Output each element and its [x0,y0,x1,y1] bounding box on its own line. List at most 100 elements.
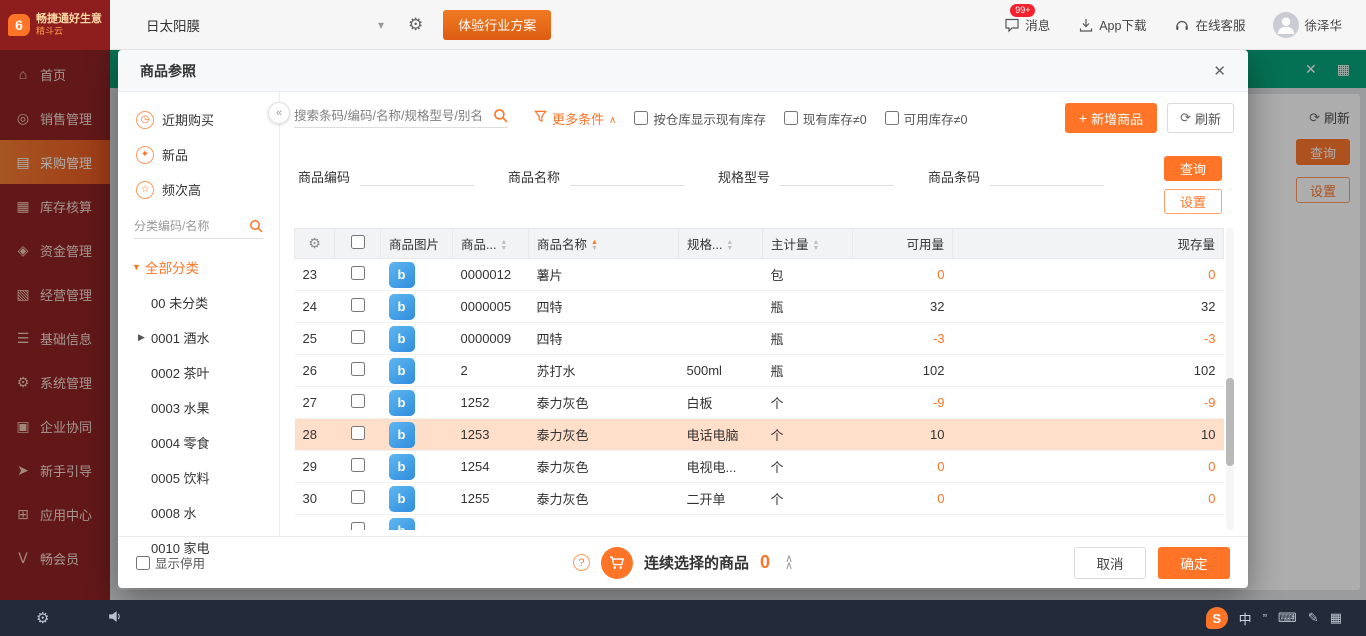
collapse-selection-icon[interactable] [785,556,793,570]
row-number: 23 [294,258,335,291]
taskbar-gear-icon[interactable] [36,609,49,627]
stock-filter-checkbox[interactable]: 按仓库显示现有库存 [634,109,766,128]
product-unit: 瓶 [762,354,853,387]
category-label: 0005 饮料 [151,471,210,486]
available-qty: 102 [852,354,953,387]
vertical-scrollbar[interactable] [1226,228,1234,530]
message-count-badge: 99+ [1010,4,1036,17]
category-item[interactable]: 0008 水 [118,495,279,530]
product-name: 四特 [528,322,679,355]
table-row[interactable]: 26 2 苏打水 500ml 瓶 102 102 [294,354,1224,387]
keyboard-icon[interactable] [1278,610,1297,626]
settings-button[interactable]: 设置 [1164,189,1222,214]
category-item[interactable]: 0003 水果 [118,390,279,425]
ime-mode-indicator[interactable]: 中 [1239,609,1252,628]
quick-filter-item[interactable]: ◷ 近期购买 [118,102,279,137]
table-row-partial [295,515,1224,530]
table-row[interactable]: 27 1252 泰力灰色 白板 个 -9 -9 [294,386,1224,419]
row-checkbox[interactable] [350,330,365,344]
table-settings-icon[interactable] [308,235,321,251]
stock-filter-checkbox[interactable]: 可用库存≠0 [884,109,967,128]
filter-field: 规格型号 [718,166,894,186]
category-label: 00 未分类 [151,296,209,311]
category-item[interactable]: 00 未分类 [118,285,279,320]
row-checkbox[interactable] [350,458,365,472]
help-icon[interactable] [572,554,590,571]
row-checkbox[interactable] [350,490,365,504]
category-item[interactable]: 0002 茶叶 [118,355,279,390]
add-product-button[interactable]: 新增商品 [1064,103,1158,133]
row-checkbox[interactable] [350,266,365,280]
table-row[interactable]: 23 0000012 薯片 包 0 0 [294,258,1224,291]
table-row[interactable]: 30 1255 泰力灰色 二开单 个 0 0 [294,482,1224,515]
refresh-button[interactable]: 刷新 [1167,103,1234,133]
product-image [388,453,415,480]
table-row[interactable]: 29 1254 泰力灰色 电视电... 个 0 0 [294,450,1224,483]
quick-filter-item[interactable]: ✦ 新品 [118,137,279,172]
sort-icon [813,240,820,252]
category-item[interactable]: 0005 饮料 [118,460,279,495]
top-settings-gear-icon[interactable] [408,15,423,35]
col-header-image[interactable]: 商品图片 [380,228,453,259]
search-icon[interactable] [249,219,263,233]
scrollbar-thumb[interactable] [1226,378,1234,466]
user-menu[interactable]: 徐泽华 [1273,11,1342,38]
col-header-unit[interactable]: 主计量 [762,228,853,259]
col-header-stock[interactable]: 现存量 [952,228,1224,259]
messages-button[interactable]: 99+ 消息 [1004,4,1050,34]
table-row[interactable]: 24 0000005 四特 瓶 32 32 [294,290,1224,323]
cancel-button[interactable]: 取消 [1074,546,1146,579]
handwriting-icon[interactable] [1308,610,1319,626]
more-conditions-toggle[interactable]: 更多条件 [534,109,616,128]
query-button[interactable]: 查询 [1164,156,1222,181]
download-icon [1078,17,1094,33]
row-checkbox[interactable] [350,394,365,408]
product-unit: 个 [762,482,853,515]
product-unit: 个 [762,386,853,419]
product-unit: 瓶 [762,322,853,355]
row-checkbox[interactable] [350,362,365,376]
table-row[interactable]: 28 1253 泰力灰色 电话电脑 个 10 10 [294,418,1224,451]
modal-close-icon[interactable] [1213,62,1226,80]
confirm-button[interactable]: 确定 [1158,546,1230,579]
category-caret-icon: ▼ [132,262,141,272]
row-checkbox[interactable] [350,426,365,440]
app-download-button[interactable]: App下载 [1078,15,1146,34]
sogou-ime-icon[interactable] [1205,607,1228,629]
selected-count: 0 [759,552,770,572]
category-item[interactable]: ▶ 0001 酒水 [118,320,279,355]
search-icon[interactable] [493,108,508,123]
filter-field-input[interactable] [570,166,684,186]
col-header-name[interactable]: 商品名称 [528,228,679,259]
row-checkbox[interactable] [350,522,365,530]
category-item[interactable]: ▼ 全部分类 [118,249,279,285]
product-code: 2 [452,354,529,387]
quick-filter-label: 频次高 [162,183,202,198]
filter-field-input[interactable] [990,166,1104,186]
filter-field-input[interactable] [780,166,894,186]
filter-field-input[interactable] [360,166,474,186]
company-select[interactable]: 日太阳膜 [146,15,384,35]
product-image [388,517,415,530]
product-spec [678,322,763,355]
punctuation-icon[interactable] [1263,611,1267,626]
col-header-available[interactable]: 可用量 [852,228,953,259]
funnel-icon [534,110,547,126]
select-all-checkbox[interactable] [350,235,365,249]
stock-filter-checkbox[interactable]: 现有库存≠0 [783,109,867,128]
toolbox-icon[interactable] [1330,610,1342,626]
category-search-input[interactable] [134,219,238,233]
row-checkbox[interactable] [350,298,365,312]
online-service-button[interactable]: 在线客服 [1174,15,1245,34]
col-header-code[interactable]: 商品... [452,228,529,259]
quick-filter-item[interactable]: ☆ 频次高 [118,172,279,207]
cart-icon[interactable] [600,546,633,579]
table-row[interactable]: 25 0000009 四特 瓶 -3 -3 [294,322,1224,355]
trial-plan-button[interactable]: 体验行业方案 [443,9,552,40]
show-disabled-checkbox[interactable]: 显示停用 [136,553,205,572]
category-item[interactable]: 0004 零食 [118,425,279,460]
collapse-panel-button[interactable] [268,102,290,124]
col-header-spec[interactable]: 规格... [678,228,763,259]
product-search-input[interactable] [294,108,493,123]
taskbar-volume-icon[interactable] [107,609,122,628]
